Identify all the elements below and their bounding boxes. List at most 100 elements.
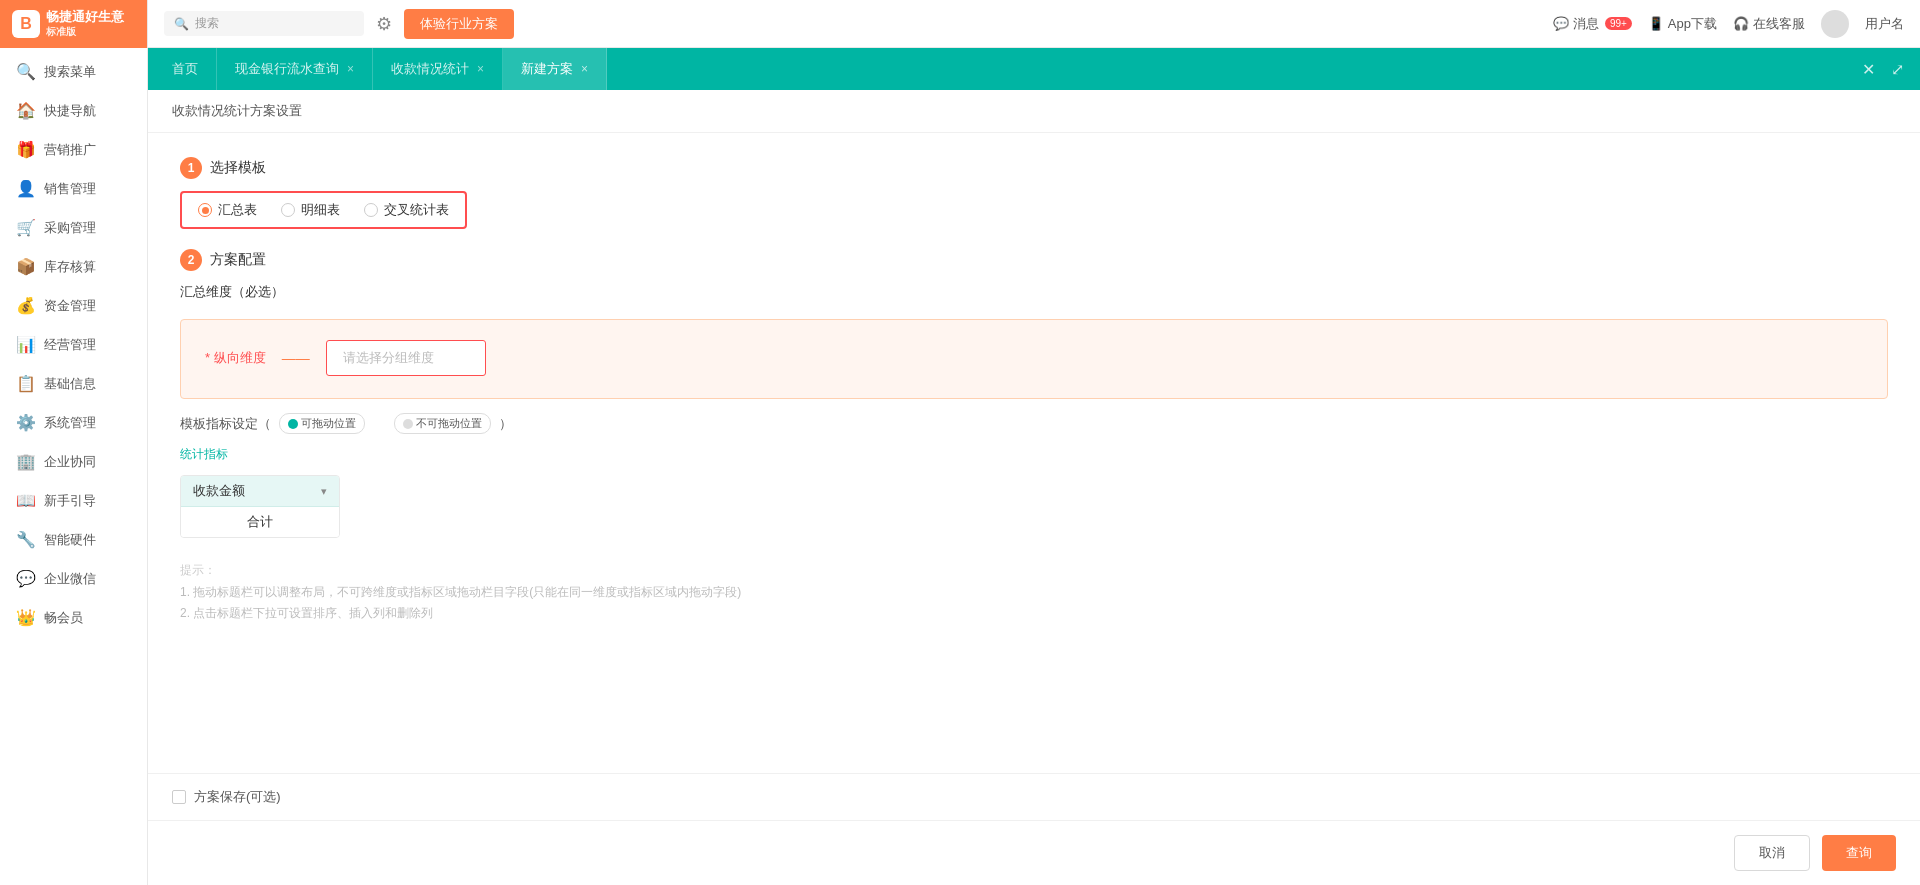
radio-detail-label: 明细表 — [301, 201, 340, 219]
chat-icon: 💬 — [16, 569, 36, 588]
tips-line2: 2. 点击标题栏下拉可设置排序、插入列和删除列 — [180, 603, 1888, 625]
radio-cross-circle — [364, 203, 378, 217]
sidebar-item-label: 经营管理 — [44, 336, 96, 354]
sidebar-item-basic-info[interactable]: 📋 基础信息 — [0, 364, 147, 403]
tab-new-plan-label: 新建方案 — [521, 60, 573, 78]
radio-detail[interactable]: 明细表 — [281, 201, 340, 219]
sidebar-item-guide[interactable]: 📖 新手引导 — [0, 481, 147, 520]
crown-icon: 👑 — [16, 608, 36, 627]
logo-icon: B — [12, 10, 40, 38]
content-area: 收款情况统计方案设置 1 选择模板 汇总表 — [148, 90, 1920, 885]
radio-cross[interactable]: 交叉统计表 — [364, 201, 449, 219]
separator — [373, 415, 386, 433]
logo-text-block: 畅捷通好生意 标准版 — [46, 9, 124, 39]
tab-new-plan[interactable]: 新建方案 × — [503, 48, 607, 90]
tabbar-close-icon[interactable]: ✕ — [1854, 56, 1883, 83]
unmovable-label: 不可拖动位置 — [416, 416, 482, 431]
movable-dot-gray — [403, 419, 413, 429]
tabbar-expand-icon[interactable]: ⤢ — [1883, 56, 1912, 83]
user-icon: 👤 — [16, 179, 36, 198]
sidebar-item-label: 企业微信 — [44, 570, 96, 588]
tab-receipt-stat-close[interactable]: × — [477, 62, 484, 76]
settings-icon[interactable]: ⚙ — [376, 13, 392, 35]
sidebar-item-quick-nav[interactable]: 🏠 快捷导航 — [0, 91, 147, 130]
step1-title: 选择模板 — [210, 159, 266, 177]
radio-summary[interactable]: 汇总表 — [198, 201, 257, 219]
step2-block: 2 方案配置 汇总维度（必选） * 纵向维度 —— 请选择分组 — [180, 249, 1888, 625]
sidebar-item-finance[interactable]: 💰 资金管理 — [0, 286, 147, 325]
tab-receipt-stat-label: 收款情况统计 — [391, 60, 469, 78]
main-area: 🔍 搜索 ⚙ 体验行业方案 💬 消息 99+ 📱 App下载 🎧 在线客服 用户… — [148, 0, 1920, 885]
dimension-select[interactable]: 请选择分组维度 — [326, 340, 486, 376]
step1-header: 1 选择模板 — [180, 157, 1888, 179]
indicator-header-row: 模板指标设定（ 可拖动位置 不可拖动位置 ） — [180, 413, 1888, 434]
gear-icon: ⚙️ — [16, 413, 36, 432]
indicator-table: 收款金额 ▾ 合计 — [180, 475, 340, 538]
movable-tag: 可拖动位置 — [279, 413, 365, 434]
chevron-down-icon: ▾ — [321, 485, 327, 498]
query-button[interactable]: 查询 — [1822, 835, 1896, 871]
sidebar-item-inventory[interactable]: 📦 库存核算 — [0, 247, 147, 286]
sidebar-item-operation[interactable]: 📊 经营管理 — [0, 325, 147, 364]
form-area: 1 选择模板 汇总表 明细表 — [148, 133, 1920, 773]
save-label: 方案保存(可选) — [194, 788, 281, 806]
message-item[interactable]: 💬 消息 99+ — [1553, 15, 1632, 33]
sidebar-item-purchase[interactable]: 🛒 采购管理 — [0, 208, 147, 247]
building-icon: 🏢 — [16, 452, 36, 471]
sidebar-item-wechat[interactable]: 💬 企业微信 — [0, 559, 147, 598]
tab-home[interactable]: 首页 — [148, 48, 217, 90]
sidebar-item-label: 基础信息 — [44, 375, 96, 393]
tab-receipt-stat[interactable]: 收款情况统计 × — [373, 48, 503, 90]
stat-indicator-label: 统计指标 — [180, 442, 1888, 467]
sidebar-item-marketing[interactable]: 🎁 营销推广 — [0, 130, 147, 169]
sidebar-item-label: 智能硬件 — [44, 531, 96, 549]
search-menu-icon: 🔍 — [16, 62, 36, 81]
avatar — [1821, 10, 1849, 38]
sidebar-item-smart-hw[interactable]: 🔧 智能硬件 — [0, 520, 147, 559]
cancel-button[interactable]: 取消 — [1734, 835, 1810, 871]
indicator-table-header[interactable]: 收款金额 ▾ — [181, 476, 339, 507]
sidebar-item-system[interactable]: ⚙️ 系统管理 — [0, 403, 147, 442]
save-checkbox[interactable] — [172, 790, 186, 804]
radio-summary-dot — [202, 207, 209, 214]
movable-dot-teal — [288, 419, 298, 429]
sidebar-item-label: 搜索菜单 — [44, 63, 96, 81]
tab-bank-flow[interactable]: 现金银行流水查询 × — [217, 48, 373, 90]
tab-bank-flow-close[interactable]: × — [347, 62, 354, 76]
sidebar: B 畅捷通好生意 标准版 🔍 搜索菜单 🏠 快捷导航 🎁 营销推广 👤 销售管理… — [0, 0, 148, 885]
sidebar-item-label: 新手引导 — [44, 492, 96, 510]
sidebar-item-search-menu[interactable]: 🔍 搜索菜单 — [0, 52, 147, 91]
tab-new-plan-close[interactable]: × — [581, 62, 588, 76]
industry-plan-button[interactable]: 体验行业方案 — [404, 9, 514, 39]
search-placeholder: 搜索 — [195, 15, 219, 32]
app-logo: B 畅捷通好生意 标准版 — [0, 0, 147, 48]
radio-detail-circle — [281, 203, 295, 217]
sidebar-item-member[interactable]: 👑 畅会员 — [0, 598, 147, 637]
sidebar-item-enterprise[interactable]: 🏢 企业协同 — [0, 442, 147, 481]
sidebar-item-label: 资金管理 — [44, 297, 96, 315]
download-item[interactable]: 📱 App下载 — [1648, 15, 1717, 33]
step2-number: 2 — [180, 249, 202, 271]
indicator-settings-label: 模板指标设定（ — [180, 415, 271, 433]
username: 用户名 — [1865, 15, 1904, 33]
dimension-area: * 纵向维度 —— 请选择分组维度 — [180, 319, 1888, 399]
search-box[interactable]: 🔍 搜索 — [164, 11, 364, 36]
book-icon: 📖 — [16, 491, 36, 510]
sidebar-item-label: 快捷导航 — [44, 102, 96, 120]
step2-title: 方案配置 — [210, 251, 266, 269]
page-header: 收款情况统计方案设置 — [148, 90, 1920, 133]
service-item[interactable]: 🎧 在线客服 — [1733, 15, 1805, 33]
dimension-arrow-icon: —— — [282, 350, 310, 366]
config-section: 汇总维度（必选） * 纵向维度 —— 请选择分组维度 — [180, 283, 1888, 625]
sidebar-item-sales[interactable]: 👤 销售管理 — [0, 169, 147, 208]
logo-sub: 标准版 — [46, 25, 124, 39]
cart-icon: 🛒 — [16, 218, 36, 237]
gift-icon: 🎁 — [16, 140, 36, 159]
logo-name: 畅捷通好生意 — [46, 9, 124, 25]
sidebar-item-label: 畅会员 — [44, 609, 83, 627]
service-icon: 🎧 — [1733, 16, 1749, 31]
tab-home-label: 首页 — [172, 60, 198, 78]
radio-cross-label: 交叉统计表 — [384, 201, 449, 219]
indicator-settings: 模板指标设定（ 可拖动位置 不可拖动位置 ） — [180, 413, 1888, 538]
step1-block: 1 选择模板 汇总表 明细表 — [180, 157, 1888, 229]
